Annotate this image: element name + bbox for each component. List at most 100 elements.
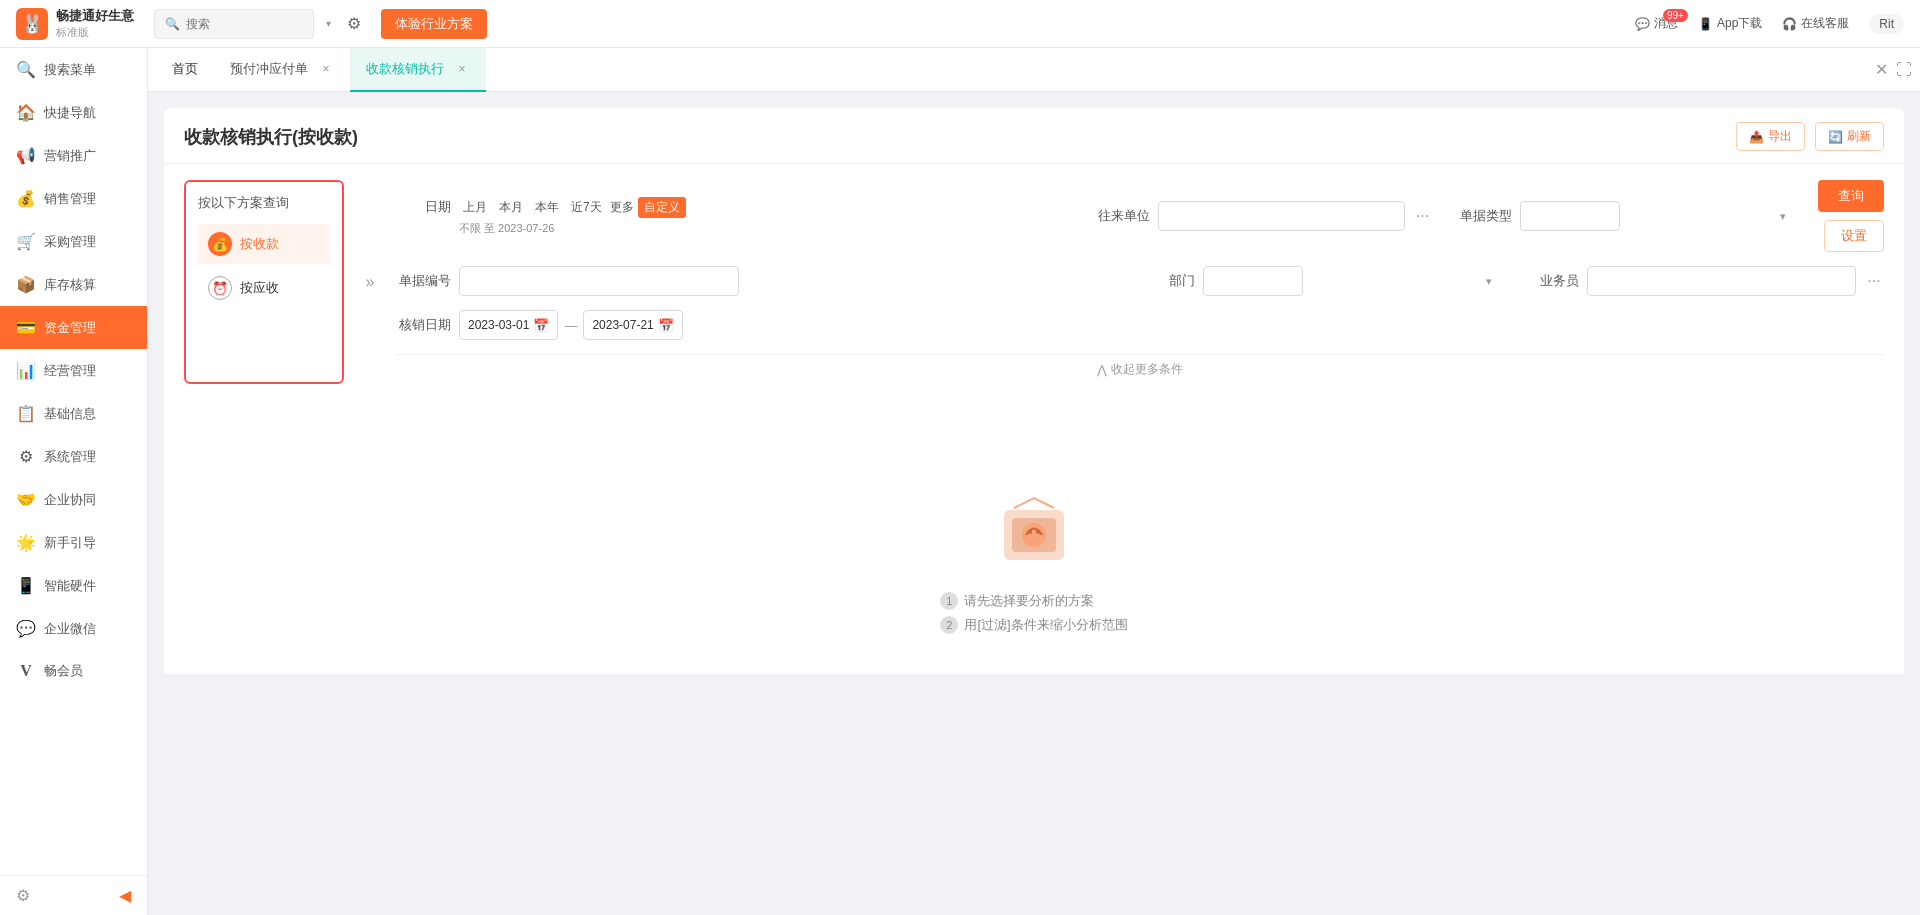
date-shortcut-more[interactable]: 更多 bbox=[610, 199, 634, 216]
tab-home[interactable]: 首页 bbox=[156, 48, 214, 92]
refresh-icon: 🔄 bbox=[1828, 130, 1843, 144]
tab-collect-close[interactable]: × bbox=[454, 61, 470, 77]
svg-point-3 bbox=[1028, 530, 1032, 534]
message-badge: 99+ bbox=[1663, 9, 1688, 22]
refresh-button[interactable]: 🔄 刷新 bbox=[1815, 122, 1884, 151]
settings-bottom-icon[interactable]: ⚙ bbox=[16, 886, 30, 905]
sidebar-label-inventory: 库存核算 bbox=[44, 276, 96, 294]
sidebar-label-enterprise-wechat: 企业微信 bbox=[44, 620, 96, 638]
search-dropdown-arrow[interactable]: ▾ bbox=[326, 18, 331, 29]
sidebar-item-enterprise-wechat[interactable]: 💬 企业微信 bbox=[0, 607, 147, 650]
sidebar-label-marketing: 营销推广 bbox=[44, 147, 96, 165]
tab-home-label: 首页 bbox=[172, 60, 198, 78]
filter-collapse-arrow[interactable]: » bbox=[360, 273, 380, 291]
query-button[interactable]: 查询 bbox=[1818, 180, 1884, 212]
empty-tips: 1 请先选择要分析的方案 2 用[过滤]条件来缩小分析范围 bbox=[940, 592, 1127, 634]
sidebar-item-sales[interactable]: 💰 销售管理 bbox=[0, 177, 147, 220]
system-icon: ⚙ bbox=[16, 447, 36, 466]
finance-icon: 💳 bbox=[16, 318, 36, 337]
filter-option-by-receipt[interactable]: 💰 按收款 bbox=[198, 224, 330, 264]
top-search[interactable]: 🔍 bbox=[154, 9, 314, 39]
doc-type-label: 单据类型 bbox=[1457, 207, 1512, 225]
app-download-label: App下载 bbox=[1717, 15, 1762, 32]
sidebar-label-purchase: 采购管理 bbox=[44, 233, 96, 251]
by-receipt-label: 按收款 bbox=[240, 235, 279, 253]
top-bar-right: 💬 消息 99+ 📱 App下载 🎧 在线客服 Rit bbox=[1635, 14, 1904, 34]
sidebar-label-quick-nav: 快捷导航 bbox=[44, 104, 96, 122]
department-label: 部门 bbox=[1140, 272, 1195, 290]
sidebar-item-purchase[interactable]: 🛒 采购管理 bbox=[0, 220, 147, 263]
filter-row-3: 核销日期 2023-03-01 📅 — 2023-07-21 📅 bbox=[396, 310, 1884, 340]
doc-type-select-wrapper bbox=[1520, 201, 1795, 231]
svg-point-2 bbox=[1022, 523, 1046, 547]
filter-field-salesperson: 业务员 ··· bbox=[1524, 266, 1884, 296]
gear-icon[interactable]: ⚙ bbox=[347, 14, 361, 33]
counterparty-input[interactable] bbox=[1158, 201, 1405, 231]
filter-field-department: 部门 bbox=[1140, 266, 1500, 296]
sidebar-item-search-menu[interactable]: 🔍 搜索菜单 bbox=[0, 48, 147, 91]
date-shortcut-7days[interactable]: 近7天 bbox=[567, 197, 606, 218]
sidebar-item-inventory[interactable]: 📦 库存核算 bbox=[0, 263, 147, 306]
settings-button[interactable]: 设置 bbox=[1824, 220, 1884, 252]
export-label: 导出 bbox=[1768, 128, 1792, 145]
tab-prepay-label: 预付冲应付单 bbox=[230, 60, 308, 78]
inventory-icon: 📦 bbox=[16, 275, 36, 294]
date-range-writeoff: 2023-03-01 📅 — 2023-07-21 📅 bbox=[459, 310, 1884, 340]
sidebar-item-beginner-guide[interactable]: 🌟 新手引导 bbox=[0, 521, 147, 564]
tab-close-all-icon[interactable]: ✕ bbox=[1875, 60, 1888, 79]
online-service-action[interactable]: 🎧 在线客服 bbox=[1782, 15, 1849, 32]
sidebar-item-business[interactable]: 📊 经营管理 bbox=[0, 349, 147, 392]
filter-actions-col: 查询 设置 bbox=[1818, 180, 1884, 252]
sidebar-item-enterprise-collab[interactable]: 🤝 企业协同 bbox=[0, 478, 147, 521]
export-button[interactable]: 📤 导出 bbox=[1736, 122, 1805, 151]
sidebar-item-vip-member[interactable]: V 畅会员 bbox=[0, 650, 147, 692]
filter-scheme-title: 按以下方案查询 bbox=[198, 194, 330, 212]
sidebar-bottom: ⚙ ◀ bbox=[0, 875, 147, 915]
sidebar-label-business: 经营管理 bbox=[44, 362, 96, 380]
tab-prepay-close[interactable]: × bbox=[318, 61, 334, 77]
sidebar-item-smart-hardware[interactable]: 📱 智能硬件 bbox=[0, 564, 147, 607]
sidebar-collapse-button[interactable]: ◀ bbox=[119, 886, 131, 905]
date-shortcut-this-month[interactable]: 本月 bbox=[495, 197, 527, 218]
service-icon: 🎧 bbox=[1782, 17, 1797, 31]
sidebar-item-system[interactable]: ⚙ 系统管理 bbox=[0, 435, 147, 478]
app-download-action[interactable]: 📱 App下载 bbox=[1698, 15, 1762, 32]
tab-collect-offset[interactable]: 收款核销执行 × bbox=[350, 48, 486, 92]
filter-field-counterparty: 往来单位 ··· bbox=[1095, 201, 1433, 231]
sidebar-item-finance[interactable]: 💳 资金管理 bbox=[0, 306, 147, 349]
date-range-separator: — bbox=[564, 318, 577, 333]
date-shortcut-custom[interactable]: 自定义 bbox=[638, 197, 686, 218]
page-header-actions: 📤 导出 🔄 刷新 bbox=[1736, 122, 1884, 163]
salesperson-dots[interactable]: ··· bbox=[1864, 272, 1884, 290]
salesperson-input[interactable] bbox=[1587, 266, 1856, 296]
refresh-label: 刷新 bbox=[1847, 128, 1871, 145]
search-input[interactable] bbox=[186, 17, 303, 31]
basic-info-icon: 📋 bbox=[16, 404, 36, 423]
empty-tip-1: 1 请先选择要分析的方案 bbox=[940, 592, 1127, 610]
date-shortcuts: 上月 本月 本年 近7天 更多 自定义 bbox=[459, 197, 686, 218]
filter-row-2: 单据编号 部门 业务员 ··· bbox=[396, 266, 1884, 296]
sidebar-item-marketing[interactable]: 📢 营销推广 bbox=[0, 134, 147, 177]
tab-prepay-offset[interactable]: 预付冲应付单 × bbox=[214, 48, 350, 92]
tip-text-2: 用[过滤]条件来缩小分析范围 bbox=[964, 616, 1127, 634]
user-info[interactable]: Rit bbox=[1869, 14, 1904, 34]
doc-no-input[interactable] bbox=[459, 266, 739, 296]
sidebar-item-quick-nav[interactable]: 🏠 快捷导航 bbox=[0, 91, 147, 134]
collapse-conditions[interactable]: ⋀ 收起更多条件 bbox=[396, 354, 1884, 384]
message-action[interactable]: 💬 消息 99+ bbox=[1635, 15, 1678, 32]
writeoff-date-start[interactable]: 2023-03-01 📅 bbox=[459, 310, 558, 340]
tab-expand-icon[interactable]: ⛶ bbox=[1896, 61, 1912, 79]
date-shortcut-this-year[interactable]: 本年 bbox=[531, 197, 563, 218]
counterparty-dots[interactable]: ··· bbox=[1413, 207, 1433, 225]
filter-option-by-receivable[interactable]: ⏰ 按应收 bbox=[198, 268, 330, 308]
empty-illustration bbox=[984, 480, 1084, 580]
doc-type-select[interactable] bbox=[1520, 201, 1620, 231]
date-shortcut-last-month[interactable]: 上月 bbox=[459, 197, 491, 218]
industry-solution-button[interactable]: 体验行业方案 bbox=[381, 9, 487, 39]
enterprise-wechat-icon: 💬 bbox=[16, 619, 36, 638]
date-label: 日期 bbox=[396, 198, 451, 216]
writeoff-date-end[interactable]: 2023-07-21 📅 bbox=[583, 310, 682, 340]
department-select[interactable] bbox=[1203, 266, 1303, 296]
filter-scheme-selector: 按以下方案查询 💰 按收款 ⏰ 按应收 bbox=[184, 180, 344, 384]
sidebar-item-basic-info[interactable]: 📋 基础信息 bbox=[0, 392, 147, 435]
